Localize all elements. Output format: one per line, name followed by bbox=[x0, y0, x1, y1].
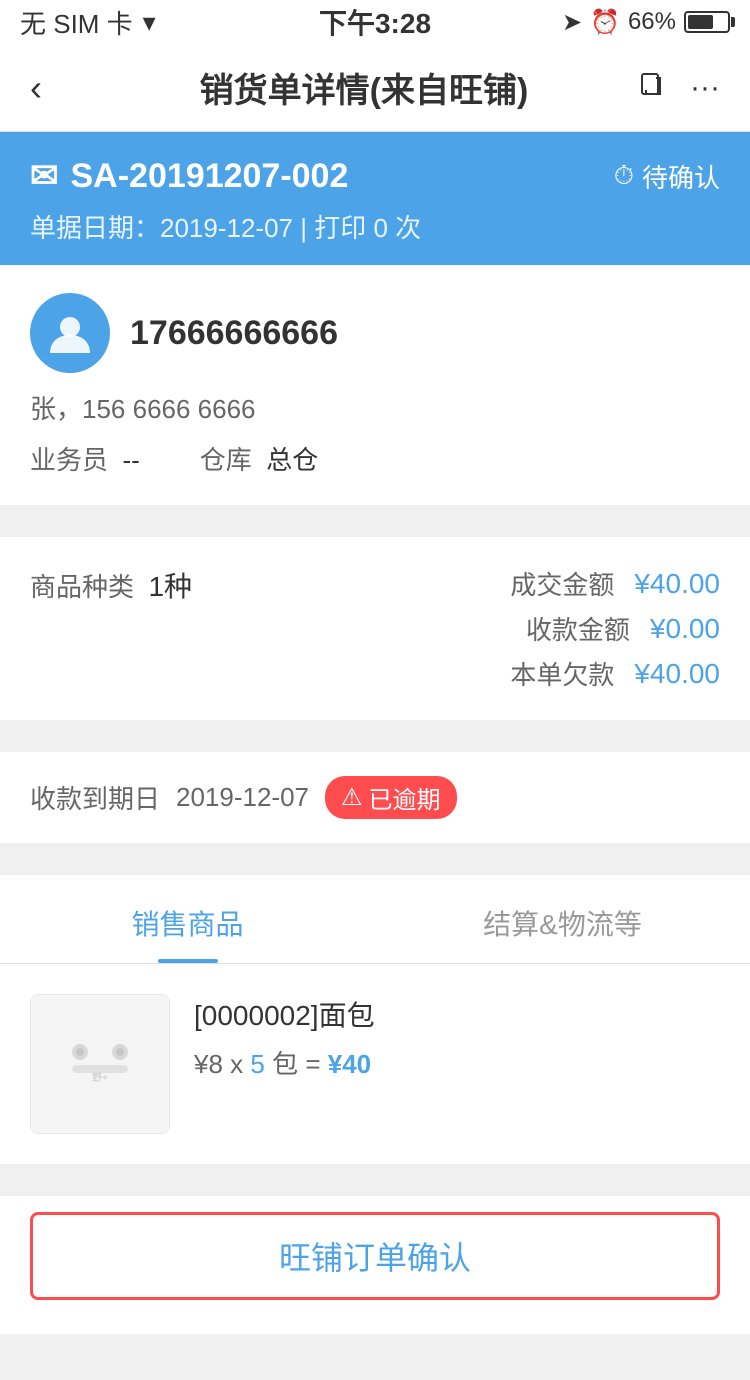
confirm-button[interactable]: 旺铺订单确认 bbox=[30, 1212, 720, 1300]
order-header-card: ✉ SA-20191207-002 ⏱ 待确认 单据日期：2019-12-07 … bbox=[0, 132, 750, 265]
product-type-row: 商品种类 1种 bbox=[30, 565, 192, 605]
collected-row: 收款金额 ¥0.00 bbox=[526, 610, 720, 647]
stats-card: 商品种类 1种 成交金额 ¥40.00 收款金额 ¥0.00 本单欠款 ¥40.… bbox=[0, 537, 750, 720]
amount-stats: 成交金额 ¥40.00 收款金额 ¥0.00 本单欠款 ¥40.00 bbox=[510, 565, 720, 692]
due-label: 收款到期日 bbox=[30, 779, 160, 816]
svg-text:野+: 野+ bbox=[92, 1072, 108, 1084]
warehouse-info: 仓库 总仓 bbox=[200, 440, 318, 477]
product-info: [0000002]面包 ¥8 x 5 包 = ¥40 bbox=[194, 994, 720, 1134]
status-left: 无 SIM 卡 ▾ bbox=[20, 4, 156, 41]
divider-1 bbox=[0, 521, 750, 537]
nav-bar: ‹ 销货单详情(来自旺铺) ··· bbox=[0, 44, 750, 132]
owed-row: 本单欠款 ¥40.00 bbox=[510, 655, 720, 692]
customer-detail: 业务员 -- 仓库 总仓 bbox=[30, 440, 720, 477]
warning-icon: ⚠ bbox=[341, 783, 363, 812]
divider-2 bbox=[0, 736, 750, 752]
battery-percent: 66% bbox=[628, 8, 676, 36]
back-button[interactable]: ‹ bbox=[30, 67, 90, 109]
order-icon: ✉ bbox=[30, 156, 59, 196]
status-clock-icon: ⏱ bbox=[614, 160, 634, 192]
carrier-text: 无 SIM 卡 bbox=[20, 4, 133, 41]
product-name: [0000002]面包 bbox=[194, 994, 720, 1034]
product-price-formula: ¥8 x 5 包 = ¥40 bbox=[194, 1044, 720, 1081]
battery-icon bbox=[684, 11, 730, 33]
product-item: 野+ [0000002]面包 ¥8 x 5 包 = ¥40 bbox=[0, 964, 750, 1164]
customer-card: 17666666666 张，156 6666 6666 业务员 -- 仓库 总仓 bbox=[0, 265, 750, 505]
overdue-badge: ⚠ 已逾期 bbox=[325, 776, 457, 819]
divider-3 bbox=[0, 859, 750, 875]
customer-phone: 17666666666 bbox=[130, 314, 338, 353]
due-date-card: 收款到期日 2019-12-07 ⚠ 已逾期 bbox=[0, 752, 750, 843]
page-title: 销货单详情(来自旺铺) bbox=[90, 63, 638, 112]
more-button[interactable]: ··· bbox=[690, 71, 720, 105]
customer-name-info: 张，156 6666 6666 bbox=[30, 389, 720, 426]
share-button[interactable] bbox=[638, 70, 666, 106]
order-meta: 单据日期：2019-12-07 | 打印 0 次 bbox=[30, 208, 720, 245]
due-date: 2019-12-07 bbox=[176, 782, 309, 813]
status-bar: 无 SIM 卡 ▾ 下午3:28 ➤ ⏰ 66% bbox=[0, 0, 750, 44]
nav-actions: ··· bbox=[638, 70, 720, 106]
wifi-icon: ▾ bbox=[143, 7, 156, 38]
product-thumbnail: 野+ bbox=[30, 994, 170, 1134]
location-icon: ➤ bbox=[562, 8, 582, 37]
deal-amount-row: 成交金额 ¥40.00 bbox=[510, 565, 720, 602]
alarm-icon: ⏰ bbox=[590, 8, 620, 37]
customer-avatar bbox=[30, 293, 110, 373]
status-right: ➤ ⏰ 66% bbox=[562, 8, 730, 37]
status-time: 下午3:28 bbox=[319, 2, 431, 42]
order-id: ✉ SA-20191207-002 bbox=[30, 156, 348, 196]
product-placeholder-icon: 野+ bbox=[60, 1027, 140, 1101]
order-status-badge: ⏱ 待确认 bbox=[614, 158, 720, 195]
staff-info: 业务员 -- bbox=[30, 440, 140, 477]
tab-settlement[interactable]: 结算&物流等 bbox=[375, 875, 750, 963]
tabs-container: 销售商品 结算&物流等 bbox=[0, 875, 750, 964]
overdue-text: 已逾期 bbox=[369, 780, 441, 815]
bottom-bar: 旺铺订单确认 bbox=[0, 1196, 750, 1334]
product-section: 野+ [0000002]面包 ¥8 x 5 包 = ¥40 bbox=[0, 964, 750, 1164]
tab-sales[interactable]: 销售商品 bbox=[0, 875, 375, 963]
